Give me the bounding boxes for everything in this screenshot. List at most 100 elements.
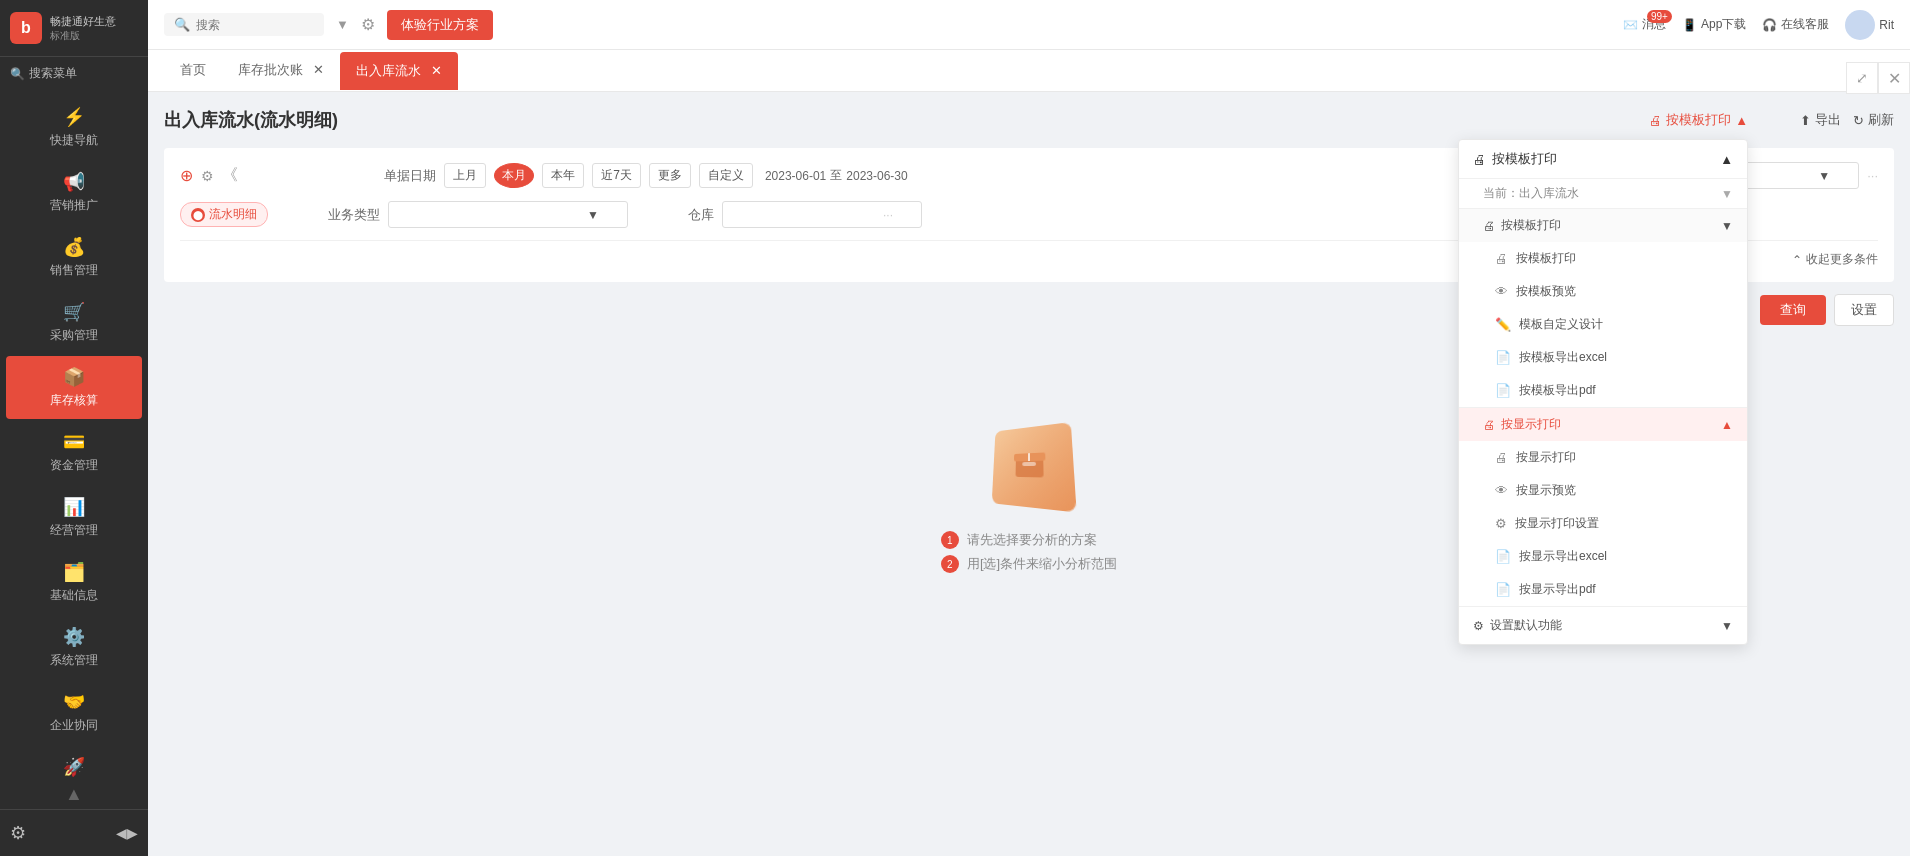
app-logo-icon: b bbox=[10, 12, 42, 44]
dropdown-item-display-settings[interactable]: ⚙ 按显示打印设置 bbox=[1459, 507, 1747, 540]
online-service-btn[interactable]: 🎧 在线客服 bbox=[1762, 16, 1829, 33]
header-settings-icon[interactable]: ⚙ bbox=[361, 15, 375, 34]
marketing-icon: 📢 bbox=[63, 171, 85, 193]
page-content: 出入库流水(流水明细) 🖨 按模板打印 ▲ 🖨 按模板打印 ▲ bbox=[148, 92, 1910, 856]
collapse-sidebar-icon[interactable]: ◀▶ bbox=[116, 825, 138, 841]
date-btn-7days[interactable]: 近7天 bbox=[592, 163, 641, 188]
guide-icon: 🚀 bbox=[63, 756, 85, 778]
tab-batch-account-label: 库存批次账 bbox=[238, 61, 303, 79]
sidebar-item-collab[interactable]: 🤝 企业协同 bbox=[6, 681, 142, 744]
dropdown-item-display-pdf[interactable]: 📄 按显示导出pdf bbox=[1459, 573, 1747, 606]
tab-home[interactable]: 首页 bbox=[164, 51, 222, 91]
filter-type-more[interactable]: ··· bbox=[1867, 168, 1878, 183]
tab-flow-close[interactable]: ✕ bbox=[431, 63, 442, 78]
tab-flow[interactable]: 出入库流水 ✕ bbox=[340, 52, 458, 90]
filter-biztype-select[interactable]: ▼ bbox=[388, 201, 628, 228]
page-title: 出入库流水(流水明细) bbox=[164, 108, 338, 132]
template-section-arrow: ▼ bbox=[1721, 219, 1733, 233]
sidebar-item-system[interactable]: ⚙️ 系统管理 bbox=[6, 616, 142, 679]
collapse-label: 收起更多条件 bbox=[1806, 251, 1878, 268]
sidebar-item-inventory[interactable]: 📦 库存核算 bbox=[6, 356, 142, 419]
print-template-btn[interactable]: 🖨 按模板打印 ▲ 🖨 按模板打印 ▲ 当前：出入库 bbox=[1649, 111, 1748, 129]
dropdown-header[interactable]: 🖨 按模板打印 ▲ bbox=[1459, 140, 1747, 179]
dropdown-item-template-excel[interactable]: 📄 按模板导出excel bbox=[1459, 341, 1747, 374]
tab-batch-account[interactable]: 库存批次账 ✕ bbox=[222, 51, 340, 91]
dropdown-item-template-print[interactable]: 🖨 按模板打印 bbox=[1459, 242, 1747, 275]
filter-add-icon[interactable]: ⊕ bbox=[180, 166, 193, 185]
main-content: 首页 库存批次账 ✕ 出入库流水 ✕ 出入库流水(流水明细) 🖨 按模板打印 ▲ bbox=[148, 0, 1910, 856]
export-label: 导出 bbox=[1815, 111, 1841, 129]
pdf-icon: 📄 bbox=[1495, 383, 1511, 398]
filter-warehouse-value bbox=[731, 206, 743, 223]
sidebar-item-finance[interactable]: 💳 资金管理 bbox=[6, 421, 142, 484]
user-avatar-block[interactable]: Rit bbox=[1845, 10, 1894, 40]
header-search-box[interactable]: 🔍 bbox=[164, 13, 324, 36]
header: 🔍 ▼ ⚙ 体验行业方案 ✉️ 消息 99+ 📱 App下载 🎧 在线客服 Ri… bbox=[148, 0, 1910, 50]
filter-date-label: 单据日期 bbox=[384, 167, 436, 185]
dropdown-item-display-preview[interactable]: 👁 按显示预览 bbox=[1459, 474, 1747, 507]
print-header-icon: 🖨 bbox=[1473, 152, 1486, 167]
dropdown-item-label: 按显示打印 bbox=[1516, 449, 1576, 466]
print-dropdown-arrow[interactable]: ▲ bbox=[1735, 113, 1748, 128]
panel-close-btn[interactable]: ✕ bbox=[1878, 62, 1910, 94]
filter-collapse-icon[interactable]: 《 bbox=[222, 165, 238, 186]
dropdown-item-display-print[interactable]: 🖨 按显示打印 bbox=[1459, 441, 1747, 474]
message-btn[interactable]: ✉️ 消息 99+ bbox=[1623, 16, 1666, 33]
header-search-input[interactable] bbox=[196, 18, 296, 32]
filter-warehouse-more[interactable]: ··· bbox=[883, 208, 893, 222]
date-btn-more[interactable]: 更多 bbox=[649, 163, 691, 188]
settings-icon[interactable]: ⚙ bbox=[10, 822, 26, 844]
template-print-header[interactable]: 🖨 按模板打印 ▼ bbox=[1459, 209, 1747, 242]
industry-btn[interactable]: 体验行业方案 bbox=[387, 10, 493, 40]
sidebar-item-purchase[interactable]: 🛒 采购管理 bbox=[6, 291, 142, 354]
filter-config-icon[interactable]: ⚙ bbox=[201, 168, 214, 184]
basic-icon: 🗂️ bbox=[63, 561, 85, 583]
header-right: ✉️ 消息 99+ 📱 App下载 🎧 在线客服 Rit bbox=[1623, 10, 1894, 40]
display-print-header[interactable]: 🖨 按显示打印 ▲ bbox=[1459, 408, 1747, 441]
dropdown-item-template-preview[interactable]: 👁 按模板预览 bbox=[1459, 275, 1747, 308]
query-btn[interactable]: 查询 bbox=[1760, 295, 1826, 325]
sidebar-item-label: 资金管理 bbox=[50, 457, 98, 474]
tab-batch-account-close[interactable]: ✕ bbox=[313, 62, 324, 77]
search-icon: 🔍 bbox=[10, 67, 25, 81]
dropdown-item-label: 按模板导出excel bbox=[1519, 349, 1607, 366]
export-btn[interactable]: ⬆ 导出 bbox=[1800, 111, 1841, 129]
filter-date-group: 单据日期 上月 本月 本年 近7天 更多 自定义 2023-06-01 至 20… bbox=[384, 163, 1305, 188]
sidebar-item-basic[interactable]: 🗂️ 基础信息 bbox=[6, 551, 142, 614]
footer-settings-icon: ⚙ bbox=[1473, 619, 1484, 633]
panel-expand-btn[interactable]: ⤢ bbox=[1846, 62, 1878, 94]
dropdown-footer[interactable]: ⚙ 设置默认功能 ▼ bbox=[1459, 607, 1747, 644]
dropdown-collapse-icon[interactable]: ▲ bbox=[1720, 152, 1733, 167]
display-section-label: 按显示打印 bbox=[1501, 416, 1561, 433]
date-btn-last-month[interactable]: 上月 bbox=[444, 163, 486, 188]
footer-arrow: ▼ bbox=[1721, 619, 1733, 633]
sidebar-item-sales[interactable]: 💰 销售管理 bbox=[6, 226, 142, 289]
sidebar-item-marketing[interactable]: 📢 营销推广 bbox=[6, 161, 142, 224]
print-icon: 🖨 bbox=[1649, 113, 1662, 128]
header-dropdown-icon[interactable]: ▼ bbox=[336, 17, 349, 32]
filter-warehouse-select[interactable]: ··· bbox=[722, 201, 922, 228]
date-btn-this-month[interactable]: 本月 bbox=[494, 163, 534, 188]
printer-icon: 🖨 bbox=[1495, 251, 1508, 266]
dropdown-item-template-pdf[interactable]: 📄 按模板导出pdf bbox=[1459, 374, 1747, 407]
dropdown-item-label: 按显示导出excel bbox=[1519, 548, 1607, 565]
collapse-filter-btn[interactable]: ⌃ 收起更多条件 bbox=[1792, 251, 1878, 268]
dropdown-item-template-design[interactable]: ✏️ 模板自定义设计 bbox=[1459, 308, 1747, 341]
date-btn-this-year[interactable]: 本年 bbox=[542, 163, 584, 188]
dropdown-item-display-excel[interactable]: 📄 按显示导出excel bbox=[1459, 540, 1747, 573]
refresh-btn[interactable]: ↻ 刷新 bbox=[1853, 111, 1894, 129]
sidebar-item-quick-nav[interactable]: ⚡ 快捷导航 bbox=[6, 96, 142, 159]
sidebar-item-label: 快捷导航 bbox=[50, 132, 98, 149]
settings-btn[interactable]: 设置 bbox=[1834, 294, 1894, 326]
user-name: Rit bbox=[1879, 18, 1894, 32]
dropdown-item-label: 按显示预览 bbox=[1516, 482, 1576, 499]
date-btn-custom[interactable]: 自定义 bbox=[699, 163, 753, 188]
app-download-btn[interactable]: 📱 App下载 bbox=[1682, 16, 1746, 33]
display-preview-icon: 👁 bbox=[1495, 483, 1508, 498]
sidebar-search[interactable]: 🔍 搜索菜单 bbox=[0, 57, 148, 90]
sidebar-item-label: 采购管理 bbox=[50, 327, 98, 344]
sidebar-item-guide[interactable]: 🚀 新手引导 bbox=[6, 746, 142, 780]
display-printer-icon: 🖨 bbox=[1495, 450, 1508, 465]
display-settings-icon: ⚙ bbox=[1495, 516, 1507, 531]
sidebar-item-operations[interactable]: 📊 经营管理 bbox=[6, 486, 142, 549]
